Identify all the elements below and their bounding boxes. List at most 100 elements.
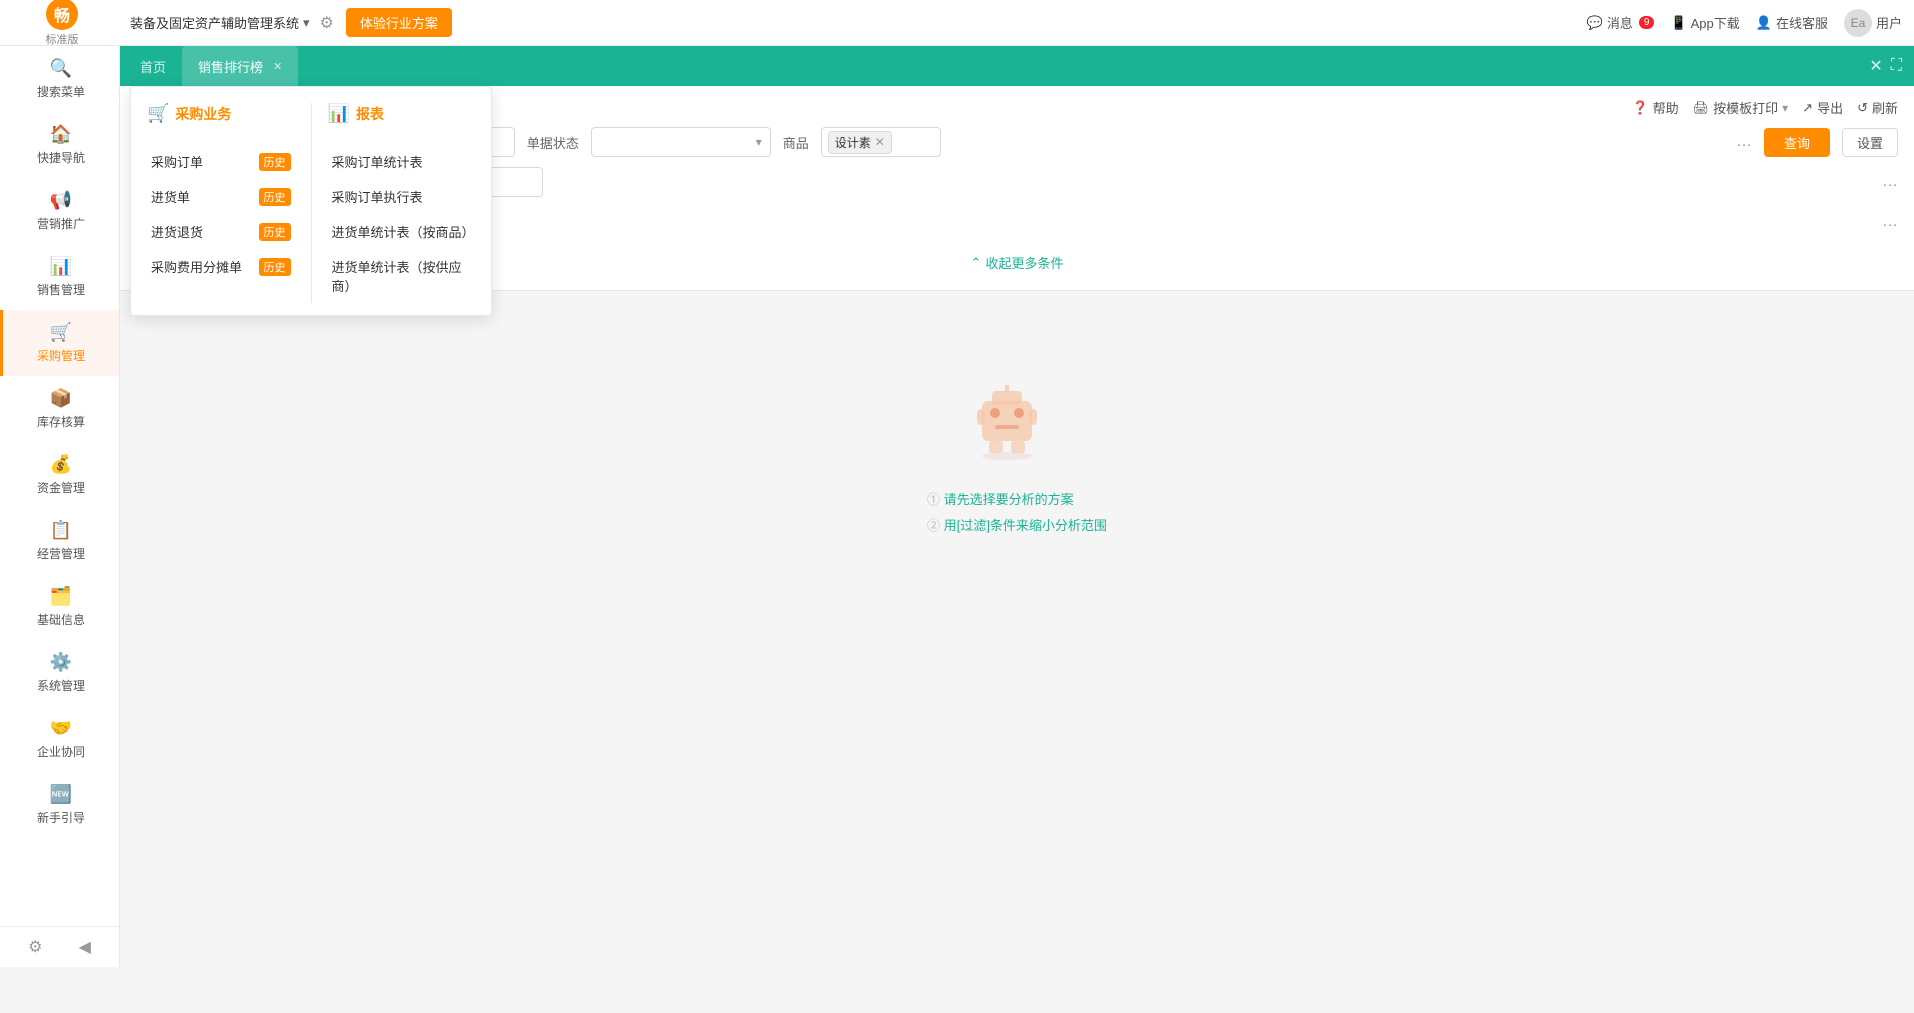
status-filter-label: 单据状态: [527, 133, 579, 152]
collapse-icon: ⌃: [971, 255, 982, 271]
product-filter-label: 商品: [783, 133, 809, 152]
sales-icon: 📊: [50, 256, 72, 277]
tab-home-label: 首页: [140, 57, 166, 76]
customer-dots-btn[interactable]: …: [1882, 213, 1898, 231]
sidebar-item-finance[interactable]: 💰 资金管理: [0, 442, 119, 508]
message-label: 消息: [1607, 13, 1633, 32]
dropdown-item-label: 进货退货: [151, 222, 203, 241]
sidebar: 🔍 搜索菜单 🏠 快捷导航 📢 营销推广 📊 销售管理 🛒 采购管理 📦 库存核…: [0, 46, 120, 967]
export-btn[interactable]: ↗ 导出: [1802, 98, 1843, 117]
online-service-btn[interactable]: 👤 在线客服: [1756, 13, 1828, 32]
sidebar-item-enterprise[interactable]: 🤝 企业协同: [0, 706, 119, 772]
topbar: 畅 标准版 装备及固定资产辅助管理系统 ▾ ⚙ 体验行业方案 💬 消息 9 📱 …: [0, 0, 1914, 46]
query-btn[interactable]: 查询: [1764, 128, 1830, 157]
history-badge: 历史: [259, 188, 291, 206]
tab-sales-rank[interactable]: 销售排行榜 ✕: [182, 46, 298, 86]
dropdown-item-label: 采购费用分摊单: [151, 257, 242, 276]
history-badge: 历史: [259, 223, 291, 241]
purchase-header-icon: 🛒: [147, 103, 169, 124]
refresh-btn[interactable]: ↺ 刷新: [1857, 98, 1898, 117]
dropdown-item-purchase-expense[interactable]: 采购费用分摊单 历史: [147, 249, 295, 284]
tabbar: 首页 销售排行榜 ✕ ✕ ⛶: [120, 46, 1914, 86]
dropdown-item-label: 进货单统计表（按商品）: [332, 222, 472, 241]
sidebar-item-label: 系统管理: [37, 677, 85, 694]
sidebar-item-sales[interactable]: 📊 销售管理: [0, 244, 119, 310]
sidebar-item-label: 搜索菜单: [37, 83, 85, 100]
sidebar-item-system[interactable]: ⚙️ 系统管理: [0, 640, 119, 706]
sidebar-item-quick[interactable]: 🏠 快捷导航: [0, 112, 119, 178]
sidebar-item-purchase[interactable]: 🛒 采购管理: [0, 310, 119, 376]
dropdown-item-order-stats[interactable]: 采购订单统计表: [328, 144, 476, 179]
app-logo: 畅 标准版: [12, 0, 112, 47]
empty-illustration: [957, 371, 1077, 471]
print-btn[interactable]: 🖨 按模板打印 ▾: [1693, 98, 1789, 117]
empty-state: ① 请先选择要分析的方案 ② 用[过滤]条件来缩小分析范围: [120, 291, 1914, 619]
sidebar-item-label: 新手引导: [37, 809, 85, 826]
product-tag-close[interactable]: ✕: [875, 135, 885, 149]
tab-sales-rank-label: 销售排行榜: [198, 57, 263, 76]
search-icon: 🔍: [50, 58, 72, 79]
sidebar-item-guide[interactable]: 🆕 新手引导: [0, 772, 119, 838]
help-btn[interactable]: ❓ 帮助: [1632, 98, 1678, 117]
sidebar-item-search[interactable]: 🔍 搜索菜单: [0, 46, 119, 112]
export-label: 导出: [1817, 98, 1843, 117]
history-badge: 历史: [259, 258, 291, 276]
dropdown-report-header: 📊 报表: [328, 103, 476, 132]
toolbar-right-btns: ❓ 帮助 🖨 按模板打印 ▾ ↗ 导出 ↺: [1632, 98, 1898, 117]
dropdown-item-purchase-order[interactable]: 采购订单 历史: [147, 144, 295, 179]
product-filter-input[interactable]: 设计素 ✕: [821, 127, 941, 157]
system-title-dropdown[interactable]: ▾: [303, 15, 310, 31]
dropdown-item-purchase-in[interactable]: 进货单 历史: [147, 179, 295, 214]
tab-close-icon[interactable]: ✕: [273, 60, 282, 73]
app-download-btn[interactable]: 📱 App下载: [1670, 13, 1739, 32]
sidebar-item-basic[interactable]: 🗂️ 基础信息: [0, 574, 119, 640]
product-dots-btn[interactable]: …: [1736, 133, 1752, 151]
dropdown-item-label: 采购订单执行表: [332, 187, 423, 206]
dropdown-purchase-col: 🛒 采购业务 采购订单 历史 进货单 历史 进货退货 历史 采购费用分摊单 历史: [131, 103, 311, 303]
sidebar-settings-icon[interactable]: ⚙: [28, 937, 42, 957]
dropdown-item-label: 采购订单: [151, 152, 203, 171]
tab-window-close-icon[interactable]: ✕: [1869, 56, 1882, 76]
tab-expand-icon[interactable]: ⛶: [1891, 57, 1902, 75]
enterprise-icon: 🤝: [50, 718, 72, 739]
home-icon: 🏠: [50, 124, 72, 145]
settings-btn[interactable]: 设置: [1842, 128, 1898, 157]
system-title: 装备及固定资产辅助管理系统: [130, 13, 299, 32]
logo-icon: 畅: [46, 0, 78, 30]
sidebar-item-inventory[interactable]: 📦 库存核算: [0, 376, 119, 442]
empty-hint1: ① 请先选择要分析的方案 ② 用[过滤]条件来缩小分析范围: [927, 487, 1107, 539]
tab-home[interactable]: 首页: [124, 46, 182, 86]
dropdown-item-inbound-supplier-stats[interactable]: 进货单统计表（按供应商）: [328, 249, 476, 303]
product-tag-label: 设计素: [835, 134, 871, 151]
status-select[interactable]: ▾: [591, 127, 771, 157]
dropdown-purchase-header: 🛒 采购业务: [147, 103, 295, 132]
logo-subtext: 标准版: [46, 31, 79, 47]
purchase-icon: 🛒: [50, 322, 72, 343]
print-label: 按模板打印: [1713, 98, 1778, 117]
topbar-settings-icon[interactable]: ⚙: [320, 13, 334, 33]
user-menu-btn[interactable]: Ea 用户: [1844, 9, 1902, 37]
dropdown-item-order-exec[interactable]: 采购订单执行表: [328, 179, 476, 214]
report-header-icon: 📊: [328, 103, 350, 124]
mobile-icon: 📱: [1670, 15, 1686, 31]
sidebar-item-marketing[interactable]: 📢 营销推广: [0, 178, 119, 244]
sidebar-item-label: 快捷导航: [37, 149, 85, 166]
sidebar-collapse-icon[interactable]: ◀: [79, 937, 91, 957]
system-icon: ⚙️: [50, 652, 72, 673]
sidebar-item-operations[interactable]: 📋 经营管理: [0, 508, 119, 574]
message-icon: 💬: [1587, 15, 1603, 31]
dropdown-item-purchase-return[interactable]: 进货退货 历史: [147, 214, 295, 249]
sidebar-item-label: 经营管理: [37, 545, 85, 562]
dropdown-item-label: 采购订单统计表: [332, 152, 423, 171]
industry-btn[interactable]: 体验行业方案: [346, 8, 452, 37]
dropdown-item-label: 进货单统计表（按供应商）: [332, 257, 472, 295]
sidebar-item-label: 基础信息: [37, 611, 85, 628]
service-icon: 👤: [1756, 15, 1772, 31]
message-btn[interactable]: 💬 消息 9: [1587, 13, 1655, 32]
salesperson-dots-btn[interactable]: …: [1882, 173, 1898, 191]
message-badge: 9: [1639, 16, 1655, 29]
sidebar-item-label: 企业协同: [37, 743, 85, 760]
guide-icon: 🆕: [50, 784, 72, 805]
dropdown-item-inbound-product-stats[interactable]: 进货单统计表（按商品）: [328, 214, 476, 249]
status-chevron-icon: ▾: [756, 135, 762, 149]
